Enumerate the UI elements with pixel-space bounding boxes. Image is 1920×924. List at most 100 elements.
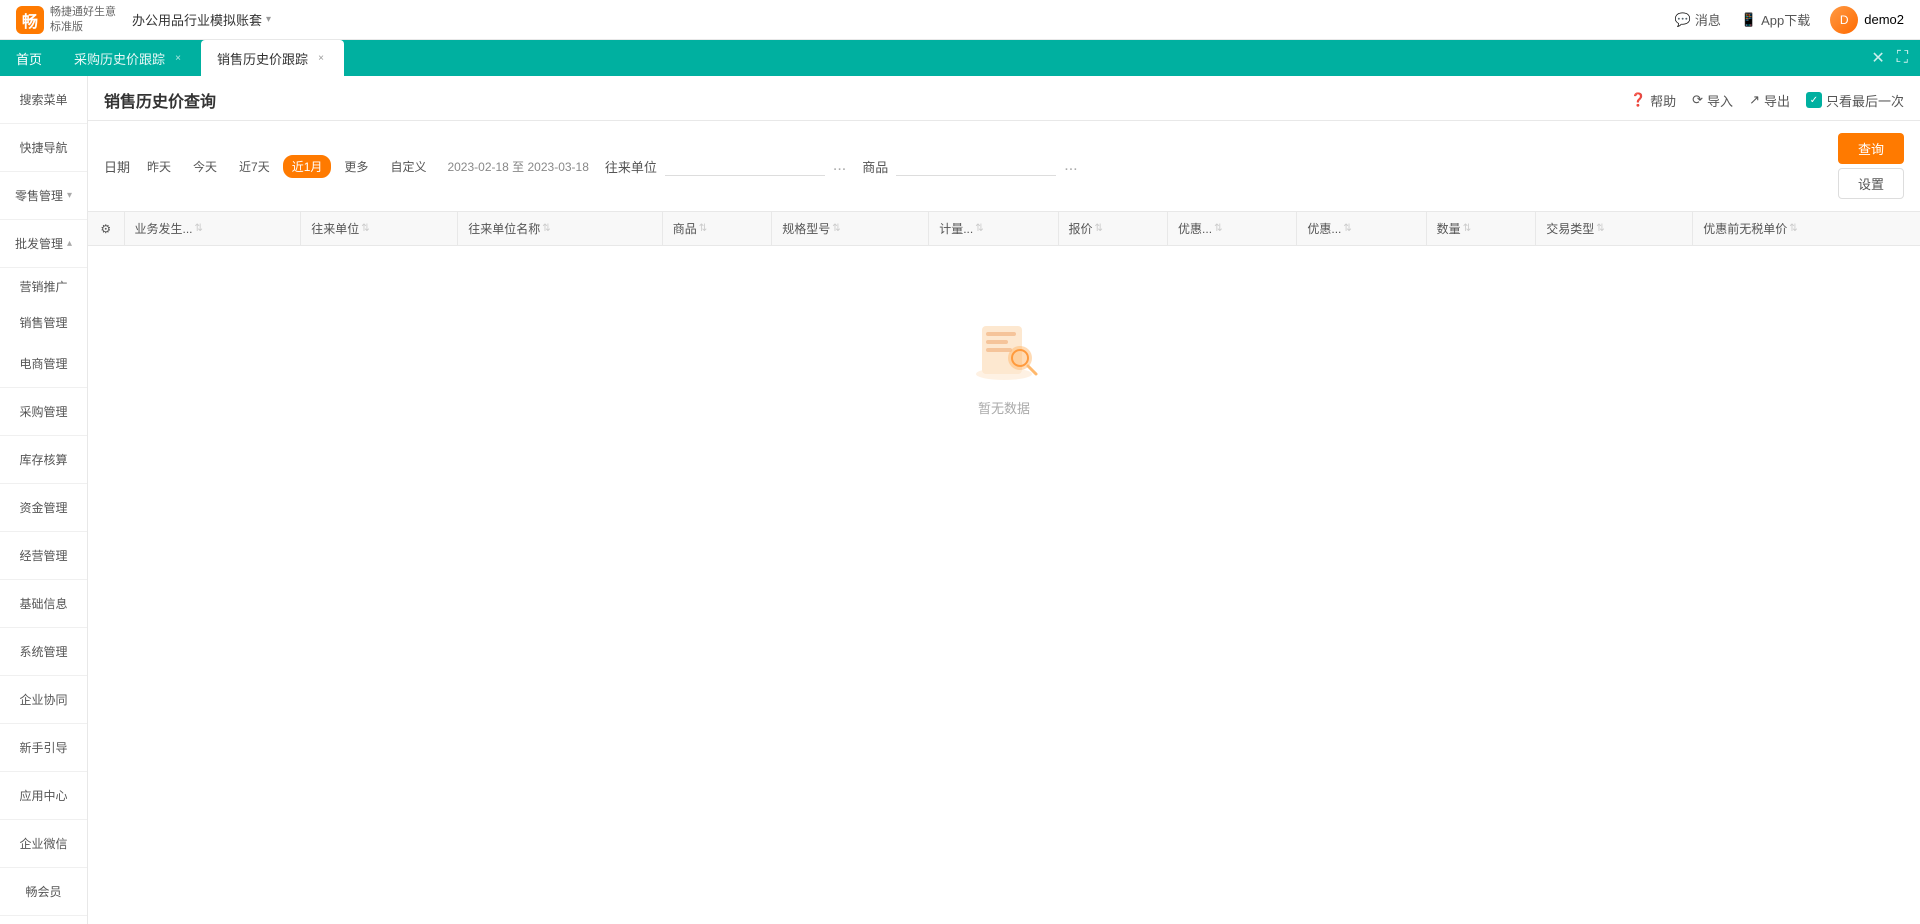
sidebar-item-enterprise-wechat[interactable]: 企业微信 — [0, 820, 87, 868]
tab-purchase-history[interactable]: 采购历史价跟踪 × — [58, 40, 201, 76]
page-header: 销售历史价查询 ❓ 帮助 ⟳ 导入 ↗ 导出 ✓ — [88, 76, 1920, 121]
export-icon: ↗ — [1749, 92, 1760, 108]
filter-bar: 日期 昨天 今天 近7天 近1月 更多 自定义 2023-02-18 至 202… — [88, 121, 1920, 212]
import-icon: ⟳ — [1692, 92, 1703, 108]
filter-actions: 查询 设置 — [1838, 133, 1904, 199]
date-btn-1month[interactable]: 近1月 — [283, 155, 332, 178]
sidebar-item-operations[interactable]: 经营管理 — [0, 532, 87, 580]
sidebar-item-member[interactable]: 畅会员 — [0, 868, 87, 916]
tab-bar: 首页 采购历史价跟踪 × 销售历史价跟踪 × ✕ ⛶ — [0, 40, 1920, 76]
sort-icon: ⇅ — [1789, 223, 1797, 234]
col-partner-code[interactable]: 往来单位 ⇅ — [301, 212, 458, 246]
logo-area: 畅 畅捷通好生意 标准版 — [16, 5, 116, 34]
col-goods[interactable]: 商品 ⇅ — [662, 212, 772, 246]
help-icon: ❓ — [1630, 92, 1646, 108]
sidebar-item-enterprise-collab[interactable]: 企业协同 — [0, 676, 87, 724]
close-purchase-tab-icon[interactable]: × — [171, 51, 185, 65]
sidebar: 搜索菜单 快捷导航 零售管理 ▾ 批发管理 ▴ 营销推广 销售管理 电商管理 采… — [0, 76, 88, 924]
export-button[interactable]: ↗ 导出 — [1749, 91, 1790, 110]
avatar: D — [1830, 6, 1858, 34]
goods-input[interactable] — [896, 156, 1056, 176]
settings-col-icon: ⚙ — [100, 222, 111, 236]
user-area[interactable]: D demo2 — [1830, 6, 1904, 34]
page-content: 销售历史价查询 ❓ 帮助 ⟳ 导入 ↗ 导出 ✓ — [88, 76, 1920, 924]
chevron-up-icon: ▴ — [67, 238, 72, 249]
date-btn-today[interactable]: 今天 — [184, 155, 226, 178]
import-button[interactable]: ⟳ 导入 — [1692, 91, 1733, 110]
sort-icon: ⇅ — [1214, 223, 1222, 234]
tab-home[interactable]: 首页 — [0, 40, 58, 76]
date-btn-7days[interactable]: 近7天 — [230, 155, 279, 178]
sidebar-item-marketing[interactable]: 营销推广 — [0, 268, 87, 304]
top-bar: 畅 畅捷通好生意 标准版 办公用品行业模拟账套 ▾ 💬 消息 📱 App下载 D… — [0, 0, 1920, 40]
sidebar-item-system[interactable]: 系统管理 — [0, 628, 87, 676]
partner-input[interactable] — [665, 156, 825, 176]
sidebar-item-quick-nav[interactable]: 快捷导航 — [0, 124, 87, 172]
sort-icon: ⇅ — [1596, 223, 1604, 234]
table-header: ⚙ 业务发生... ⇅ 往来单位 — [88, 212, 1920, 246]
message-button[interactable]: 💬 消息 — [1675, 10, 1721, 29]
sidebar-item-finance[interactable]: 资金管理 — [0, 484, 87, 532]
main-layout: 搜索菜单 快捷导航 零售管理 ▾ 批发管理 ▴ 营销推广 销售管理 电商管理 采… — [0, 76, 1920, 924]
sidebar-item-app-center[interactable]: 应用中心 — [0, 772, 87, 820]
sort-icon: ⇅ — [975, 223, 983, 234]
chevron-down-icon: ▾ — [67, 190, 72, 201]
empty-state: 暂无数据 — [88, 246, 1920, 477]
col-quote[interactable]: 报价 ⇅ — [1058, 212, 1168, 246]
content-area: 销售历史价查询 ❓ 帮助 ⟳ 导入 ↗ 导出 ✓ — [88, 76, 1920, 924]
date-btn-yesterday[interactable]: 昨天 — [138, 155, 180, 178]
sidebar-item-new-user[interactable]: 新手引导 — [0, 724, 87, 772]
col-discount1[interactable]: 优惠... ⇅ — [1168, 212, 1297, 246]
partner-filter-label: 往来单位 — [605, 157, 657, 176]
sidebar-item-basic-info[interactable]: 基础信息 — [0, 580, 87, 628]
col-discount2[interactable]: 优惠... ⇅ — [1297, 212, 1426, 246]
app-download-button[interactable]: 📱 App下载 — [1741, 10, 1810, 29]
col-settings[interactable]: ⚙ — [88, 212, 124, 246]
top-bar-left: 畅 畅捷通好生意 标准版 办公用品行业模拟账套 ▾ — [16, 5, 279, 34]
date-btn-more[interactable]: 更多 — [335, 155, 377, 178]
date-options: 昨天 今天 近7天 近1月 更多 自定义 — [138, 155, 435, 178]
query-button[interactable]: 查询 — [1838, 133, 1904, 164]
sidebar-item-purchase[interactable]: 采购管理 — [0, 388, 87, 436]
sort-icon: ⇅ — [1463, 223, 1471, 234]
tab-sales-history[interactable]: 销售历史价跟踪 × — [201, 40, 344, 76]
help-button[interactable]: ❓ 帮助 — [1630, 91, 1676, 110]
sidebar-item-retail[interactable]: 零售管理 ▾ — [0, 172, 87, 220]
sidebar-item-sales-mgmt[interactable]: 销售管理 — [0, 304, 87, 340]
close-sales-tab-icon[interactable]: × — [314, 51, 328, 65]
sort-icon: ⇅ — [1095, 223, 1103, 234]
partner-filter-group: 往来单位 ... — [605, 156, 846, 176]
only-last-check[interactable]: ✓ 只看最后一次 — [1806, 91, 1904, 110]
col-partner-name[interactable]: 往来单位名称 ⇅ — [458, 212, 662, 246]
sort-icon: ⇅ — [832, 223, 840, 234]
message-icon: 💬 — [1675, 12, 1691, 28]
col-biz-date[interactable]: 业务发生... ⇅ — [124, 212, 301, 246]
col-pre-discount-price[interactable]: 优惠前无税单价 ⇅ — [1693, 212, 1920, 246]
sort-icon: ⇅ — [699, 223, 707, 234]
close-window-icon[interactable]: ✕ — [1871, 48, 1884, 68]
settings-button[interactable]: 设置 — [1838, 168, 1904, 199]
sidebar-item-wholesale[interactable]: 批发管理 ▴ — [0, 220, 87, 268]
date-range-display: 2023-02-18 至 2023-03-18 — [447, 158, 588, 175]
sort-icon: ⇅ — [195, 223, 203, 234]
table-container: ⚙ 业务发生... ⇅ 往来单位 — [88, 212, 1920, 924]
partner-picker-icon[interactable]: ... — [833, 157, 846, 175]
col-unit[interactable]: 计量... ⇅ — [929, 212, 1058, 246]
goods-filter-group: 商品 ... — [862, 156, 1077, 176]
col-qty[interactable]: 数量 ⇅ — [1426, 212, 1536, 246]
top-bar-right: 💬 消息 📱 App下载 D demo2 — [1675, 6, 1904, 34]
sidebar-item-search-menu[interactable]: 搜索菜单 — [0, 76, 87, 124]
empty-illustration — [964, 306, 1044, 386]
date-btn-custom[interactable]: 自定义 — [381, 155, 435, 178]
col-spec[interactable]: 规格型号 ⇅ — [772, 212, 929, 246]
sidebar-item-inventory[interactable]: 库存核算 — [0, 436, 87, 484]
app-selector[interactable]: 办公用品行业模拟账套 ▾ — [124, 6, 279, 33]
sort-icon: ⇅ — [361, 223, 369, 234]
logo-icon: 畅 — [16, 6, 44, 34]
sidebar-item-ecommerce[interactable]: 电商管理 — [0, 340, 87, 388]
col-trade-type[interactable]: 交易类型 ⇅ — [1536, 212, 1693, 246]
goods-picker-icon[interactable]: ... — [1064, 157, 1077, 175]
maximize-window-icon[interactable]: ⛶ — [1897, 49, 1908, 67]
empty-text: 暂无数据 — [978, 398, 1030, 417]
checkbox-icon: ✓ — [1806, 92, 1822, 108]
